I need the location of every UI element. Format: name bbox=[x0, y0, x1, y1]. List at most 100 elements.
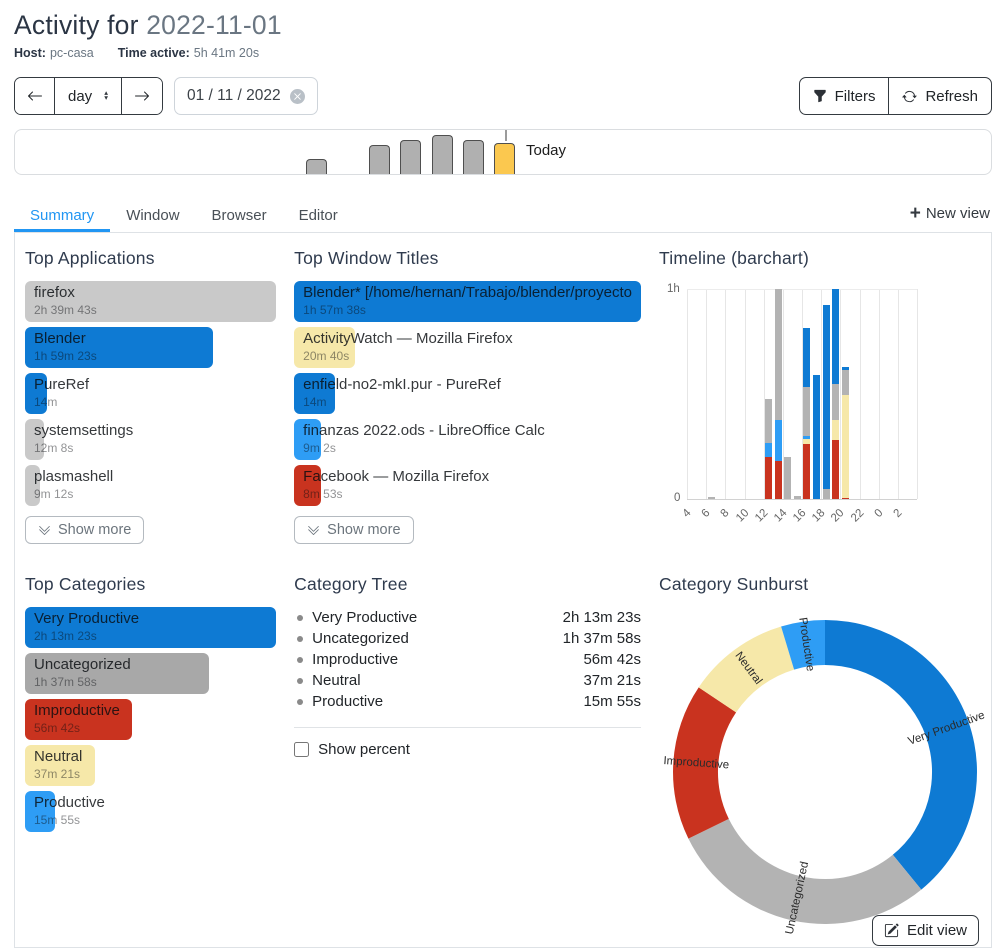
event-bar-item: Blender* [/home/hernan/Trabajo/blender/p… bbox=[294, 281, 641, 322]
tab-browser[interactable]: Browser bbox=[196, 198, 283, 232]
stacked-bar-segment bbox=[832, 383, 840, 421]
tab-summary[interactable]: Summary bbox=[14, 198, 111, 232]
event-bar-item: plasmashell 9m 12s bbox=[25, 465, 276, 506]
stacked-bar-segment bbox=[841, 366, 849, 370]
refresh-button[interactable]: Refresh bbox=[888, 77, 992, 115]
refresh-icon bbox=[902, 89, 918, 104]
event-duration: 12m 8s bbox=[34, 441, 74, 455]
event-duration: 37m 21s bbox=[34, 767, 81, 781]
event-duration: 1h 59m 23s bbox=[34, 349, 97, 363]
divider bbox=[294, 727, 641, 728]
event-duration: 1h 37m 58s bbox=[34, 675, 97, 689]
stacked-bar-segment bbox=[707, 497, 715, 499]
event-bar-item: finanzas 2022.ods - LibreOffice Calc 9m 2… bbox=[294, 419, 641, 460]
edit-view-button[interactable]: Edit view bbox=[871, 915, 979, 946]
event-title: ActivityWatch — Mozilla Firefox bbox=[303, 330, 513, 347]
time-active-value: 5h 41m 20s bbox=[193, 46, 260, 60]
event-title: enfield-no2-mkI.pur - PureRef bbox=[303, 376, 501, 393]
category-sunburst-chart: Very ProductiveUncategorizedImproductive… bbox=[663, 617, 986, 936]
event-duration: 8m 53s bbox=[303, 487, 343, 501]
chart-gridline bbox=[706, 289, 708, 499]
filters-button[interactable]: Filters bbox=[798, 77, 890, 115]
stacked-bar-segment bbox=[803, 444, 811, 499]
refresh-label: Refresh bbox=[925, 87, 978, 105]
stacked-bar-segment bbox=[765, 443, 773, 457]
stacked-bar-segment bbox=[774, 420, 782, 462]
stacked-bar-segment bbox=[803, 386, 811, 436]
event-bar-item: Blender 1h 59m 23s bbox=[25, 327, 276, 368]
host-meta: Host: pc-casa Time active: 5h 41m 20s bbox=[14, 46, 992, 60]
period-select[interactable]: day ▴ ▾ bbox=[55, 78, 122, 114]
show-more-titles-button[interactable]: Show more bbox=[294, 516, 414, 544]
date-controls: day ▴ ▾ 01 / 11 / 2022 Filters Refresh bbox=[14, 77, 992, 115]
event-title: Improductive bbox=[34, 702, 120, 719]
host-value: pc-casa bbox=[49, 46, 94, 60]
tab-editor[interactable]: Editor bbox=[283, 198, 354, 232]
date-input[interactable]: 01 / 11 / 2022 bbox=[173, 77, 318, 115]
category-tree-list: Very Productive 2h 13m 23s Uncategorized 1h… bbox=[294, 607, 641, 712]
prev-period-button[interactable] bbox=[15, 78, 55, 114]
stacked-bar-segment bbox=[784, 457, 792, 499]
stacked-bar-segment bbox=[803, 436, 811, 440]
x-tick-label: 2 bbox=[891, 507, 905, 521]
event-title: Very Productive bbox=[34, 610, 140, 627]
category-tree-row: Improductive 56m 42s bbox=[294, 649, 641, 670]
bullet-dot-icon bbox=[297, 656, 304, 663]
bullet-dot-icon bbox=[297, 677, 304, 684]
timeline-barchart-section: Timeline (barchart) 4 6 8 10 12 14 16 18 20 22 0 2 1… bbox=[659, 248, 981, 544]
stacked-bar-segment bbox=[765, 457, 773, 499]
page-title: Activity for 2022-11-01 bbox=[14, 10, 992, 41]
show-more-applications-button[interactable]: Show more bbox=[25, 516, 145, 544]
mini-timeline-panel[interactable]: Today bbox=[14, 129, 992, 175]
category-tree-row: Very Productive 2h 13m 23s bbox=[294, 607, 641, 628]
show-more-label: Show more bbox=[58, 522, 132, 538]
show-percent-checkbox[interactable] bbox=[294, 742, 310, 757]
category-tree-section: Category Tree Very Productive 2h 13m 23s U… bbox=[294, 574, 641, 937]
event-title: finanzas 2022.ods - LibreOffice Calc bbox=[303, 422, 545, 439]
next-period-button[interactable] bbox=[121, 78, 162, 114]
event-duration: 9m 2s bbox=[303, 441, 336, 455]
category-label: Uncategorized bbox=[312, 630, 409, 647]
tab-window[interactable]: Window bbox=[110, 198, 195, 232]
event-bar-item: Very Productive 2h 13m 23s bbox=[25, 607, 277, 648]
event-bar-item: ActivityWatch — Mozilla Firefox 20m 40s bbox=[294, 327, 641, 368]
event-duration: 20m 40s bbox=[303, 349, 350, 363]
top-categories-list: Very Productive 2h 13m 23s Uncategorized 1h… bbox=[25, 607, 277, 832]
clear-date-icon[interactable] bbox=[289, 88, 305, 104]
select-caret-icon: ▴ ▾ bbox=[104, 88, 108, 102]
bullet-dot-icon bbox=[297, 635, 304, 642]
event-title: firefox bbox=[34, 284, 75, 301]
mini-bar bbox=[432, 135, 453, 174]
category-tree-row: Neutral 37m 21s bbox=[294, 670, 641, 691]
x-tick-label: 10 bbox=[733, 507, 751, 525]
arrow-right-icon bbox=[134, 88, 150, 104]
event-duration: 14m bbox=[303, 395, 327, 409]
time-active-label: Time active: bbox=[117, 46, 190, 60]
event-duration: 2h 13m 23s bbox=[34, 629, 97, 643]
mini-bar bbox=[369, 145, 390, 174]
category-label: Very Productive bbox=[312, 609, 418, 626]
section-title: Timeline (barchart) bbox=[659, 248, 809, 268]
plus-icon: + bbox=[909, 203, 921, 224]
y-axis-bottom-label: 0 bbox=[674, 492, 681, 504]
category-duration: 15m 55s bbox=[583, 693, 641, 710]
chart-baseline bbox=[687, 499, 917, 500]
tabs: Summary Window Browser Editor + New view bbox=[14, 195, 992, 233]
stacked-bar-segment bbox=[832, 289, 840, 384]
bullet-dot-icon bbox=[297, 698, 304, 705]
category-tree-row: Uncategorized 1h 37m 58s bbox=[294, 628, 641, 649]
chart-gridline bbox=[744, 289, 746, 499]
page-title-prefix: Activity for bbox=[14, 10, 139, 40]
filters-label: Filters bbox=[834, 87, 876, 105]
date-input-value: 01 / 11 / 2022 bbox=[186, 87, 281, 104]
chevron-double-down-icon bbox=[38, 524, 51, 537]
stacked-bar-segment bbox=[765, 399, 773, 444]
stacked-bar-segment bbox=[812, 375, 820, 499]
x-tick-label: 22 bbox=[848, 507, 866, 525]
x-tick-label: 8 bbox=[718, 507, 732, 521]
show-percent-row: Show percent bbox=[294, 741, 641, 758]
toolbar-buttons: Filters Refresh bbox=[798, 77, 992, 115]
new-view-button[interactable]: + New view bbox=[908, 195, 992, 232]
page-title-date: 2022-11-01 bbox=[146, 10, 282, 40]
event-title: PureRef bbox=[34, 376, 90, 393]
